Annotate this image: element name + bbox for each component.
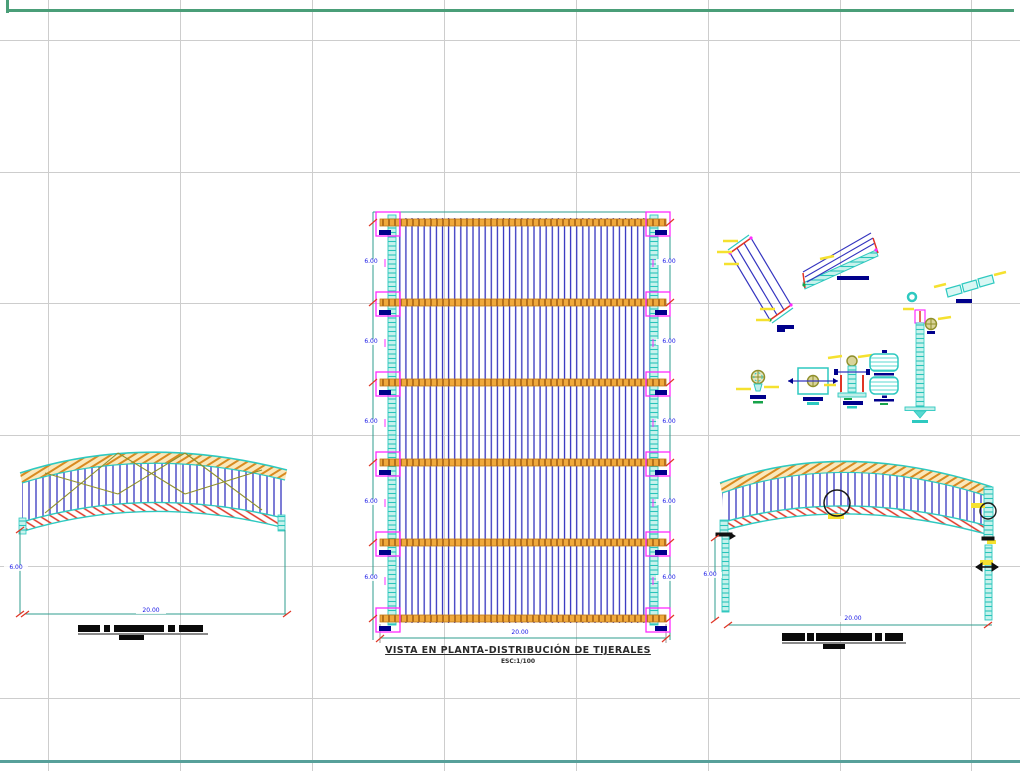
left-elevation-height-label: 6.00 xyxy=(4,565,28,571)
plan-bay-dimension-label: 6.00 xyxy=(656,499,682,505)
left-elevation-span-label: 20.00 xyxy=(136,608,166,614)
grid-line xyxy=(180,0,181,771)
right-elevation-title-redacted xyxy=(782,633,903,641)
right-elevation-column-right xyxy=(984,544,993,621)
detail-column-base xyxy=(824,353,873,409)
left-elevation-title-redacted xyxy=(78,625,203,632)
plan-purlins xyxy=(395,218,652,623)
right-elevation-dimensions xyxy=(714,538,992,626)
page-border-corner xyxy=(6,0,9,13)
grid-line xyxy=(0,40,1020,41)
left-elevation-subtitle-redacted xyxy=(119,635,144,640)
plan-bay-dimension-label: 6.00 xyxy=(358,419,384,425)
plan-bay-dimension-label: 6.00 xyxy=(656,259,682,265)
plan-bay-dimension-label: 6.00 xyxy=(656,339,682,345)
detail-plates xyxy=(933,270,1007,303)
grid-line xyxy=(0,698,1020,699)
left-elevation-dimensions xyxy=(19,530,287,615)
grid-line xyxy=(0,172,1020,173)
detail-ring xyxy=(906,291,918,303)
detail-inclined-truss-b xyxy=(802,232,879,290)
section-marks xyxy=(715,532,999,572)
right-elevation-subtitle-redacted xyxy=(823,644,845,649)
plan-bay-dimension-label: 6.00 xyxy=(358,339,384,345)
plan-view xyxy=(368,211,675,643)
detail-lattice-column xyxy=(903,307,952,423)
page-border-top xyxy=(6,9,1014,12)
plan-edge-beam-left xyxy=(387,214,397,626)
right-elevation-height-label: 6.00 xyxy=(698,572,722,578)
page-border-bottom xyxy=(0,760,1020,763)
right-elevation-span-label: 20.00 xyxy=(838,616,868,622)
plan-scale: ESC:1/100 xyxy=(500,658,536,665)
detail-baseplate-plan xyxy=(788,367,838,405)
plan-title: VISTA EN PLANTA-DISTRIBUCIÓN DE TIJERALE… xyxy=(385,645,651,656)
detail-rounded-plates xyxy=(869,350,899,405)
grid-line xyxy=(312,0,313,771)
right-elevation-end-post xyxy=(983,486,994,541)
plan-bay-dimension-label: 6.00 xyxy=(358,575,384,581)
grid-line xyxy=(48,0,49,771)
detail-inclined-truss-a xyxy=(717,234,794,332)
left-elevation-post-right xyxy=(277,514,286,532)
plan-bay-dimension-label: 6.00 xyxy=(358,499,384,505)
detail-gusset-node xyxy=(736,369,779,404)
plan-span-dimension-label: 20.00 xyxy=(505,630,535,636)
connection-details xyxy=(717,232,1007,423)
plan-bay-dimension-label: 6.00 xyxy=(656,419,682,425)
plan-bay-dimension-label: 6.00 xyxy=(358,259,384,265)
right-elevation-column-left xyxy=(721,535,730,613)
plan-bay-dimension-label: 6.00 xyxy=(656,575,682,581)
